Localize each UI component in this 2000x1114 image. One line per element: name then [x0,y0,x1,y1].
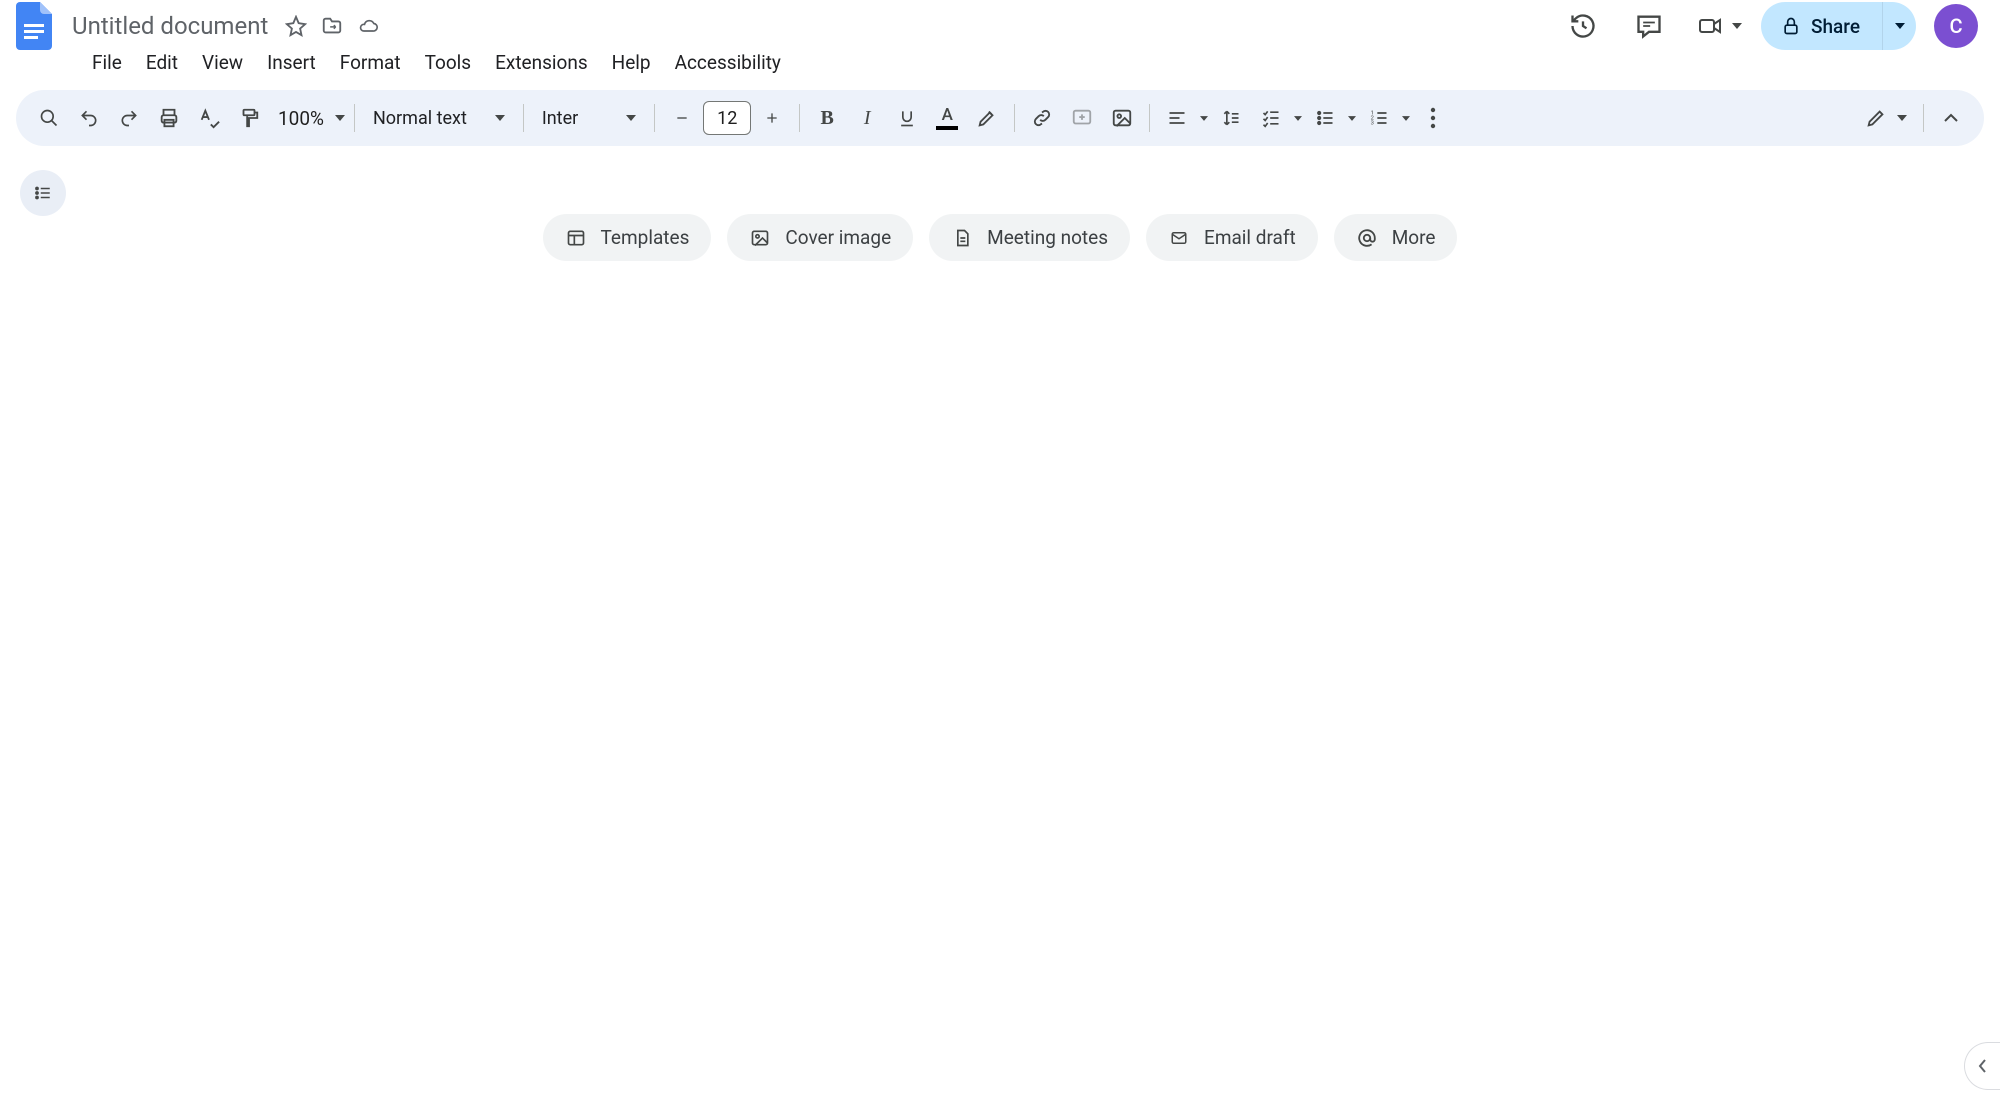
menu-help[interactable]: Help [602,47,661,78]
header-bar: Untitled document [0,0,2000,44]
decrease-font-size[interactable] [663,99,701,137]
chip-more[interactable]: More [1334,214,1458,261]
font-size-input[interactable]: 12 [703,101,751,135]
add-comment-button[interactable] [1063,99,1101,137]
notes-icon [951,227,973,249]
paint-format-icon[interactable] [230,99,268,137]
menu-accessibility[interactable]: Accessibility [665,47,791,78]
underline-button[interactable] [888,99,926,137]
chevron-left-icon [1978,1058,1988,1074]
title-icon-group [284,14,380,38]
chip-label: Meeting notes [987,226,1108,249]
search-icon[interactable] [30,99,68,137]
lock-icon [1781,15,1801,37]
caret-down-icon [1897,115,1907,121]
history-icon[interactable] [1559,2,1607,50]
text-color-swatch [936,126,958,130]
highlight-color-button[interactable] [968,99,1006,137]
font-value: Inter [542,108,578,129]
caret-down-icon[interactable] [1400,116,1412,121]
suggestion-chips: Templates Cover image Meeting notes Emai… [0,214,2000,261]
chip-email-draft[interactable]: Email draft [1146,214,1318,261]
star-icon[interactable] [284,14,308,38]
menu-insert[interactable]: Insert [257,47,326,78]
redo-icon[interactable] [110,99,148,137]
editing-mode-button[interactable] [1857,107,1915,129]
chip-templates[interactable]: Templates [543,214,712,261]
chip-label: Email draft [1204,226,1296,249]
docs-logo[interactable] [8,0,60,52]
insert-image-button[interactable] [1103,99,1141,137]
caret-down-icon [1895,23,1905,29]
separator [354,104,355,132]
menu-extensions[interactable]: Extensions [485,47,598,78]
at-icon [1356,227,1378,249]
numbered-list-button[interactable]: 123 [1360,99,1398,137]
menu-file[interactable]: File [82,47,132,78]
document-title[interactable]: Untitled document [64,10,276,42]
show-side-panel-button[interactable] [1964,1042,2000,1090]
caret-down-icon [626,115,636,121]
separator [1014,104,1015,132]
toolbar: 100% Normal text Inter 12 B I A [16,90,1984,146]
chip-meeting-notes[interactable]: Meeting notes [929,214,1130,261]
collapse-toolbar-button[interactable] [1932,99,1970,137]
insert-link-button[interactable] [1023,99,1061,137]
menu-format[interactable]: Format [330,47,411,78]
menu-tools[interactable]: Tools [415,47,482,78]
share-button[interactable]: Share [1761,2,1882,50]
menu-bar: File Edit View Insert Format Tools Exten… [0,44,2000,84]
chip-label: Cover image [785,226,891,249]
move-icon[interactable] [320,14,344,38]
italic-button[interactable]: I [848,99,886,137]
text-color-button[interactable]: A [928,99,966,137]
chip-label: Templates [601,226,690,249]
undo-icon[interactable] [70,99,108,137]
separator [799,104,800,132]
line-spacing-button[interactable] [1212,99,1250,137]
pencil-icon [1865,107,1887,129]
share-caret[interactable] [1882,2,1916,50]
separator [523,104,524,132]
print-icon[interactable] [150,99,188,137]
align-button[interactable] [1158,99,1196,137]
more-tools-button[interactable] [1414,99,1452,137]
show-outline-button[interactable] [20,170,66,216]
caret-down-icon [1731,23,1743,29]
email-icon [1168,227,1190,249]
spellcheck-icon[interactable] [190,99,228,137]
caret-down-icon [495,115,505,121]
share-button-group: Share [1761,2,1916,50]
zoom-value: 100% [278,107,324,130]
share-label: Share [1811,15,1860,38]
templates-icon [565,227,587,249]
zoom-picker[interactable]: 100% [270,99,332,137]
checklist-button[interactable] [1252,99,1290,137]
font-picker[interactable]: Inter [532,108,646,129]
separator [1923,104,1924,132]
caret-down-icon[interactable] [1198,116,1210,121]
paragraph-style-value: Normal text [373,108,467,129]
separator [654,104,655,132]
comments-icon[interactable] [1625,2,1673,50]
chip-cover-image[interactable]: Cover image [727,214,913,261]
paragraph-style-picker[interactable]: Normal text [363,108,515,129]
caret-down-icon[interactable] [1346,116,1358,121]
bulleted-list-button[interactable] [1306,99,1344,137]
caret-down-icon[interactable] [1292,116,1304,121]
menu-edit[interactable]: Edit [136,47,188,78]
account-avatar[interactable]: C [1934,4,1978,48]
cloud-status-icon[interactable] [356,14,380,38]
meet-button[interactable] [1691,2,1743,50]
chip-label: More [1392,226,1436,249]
header-right: Share C [1559,2,1978,50]
list-icon [32,184,54,202]
image-icon [749,227,771,249]
separator [1149,104,1150,132]
increase-font-size[interactable] [753,99,791,137]
svg-text:3: 3 [1371,121,1374,127]
bold-button[interactable]: B [808,99,846,137]
menu-view[interactable]: View [192,47,253,78]
caret-down-icon[interactable] [334,115,346,121]
